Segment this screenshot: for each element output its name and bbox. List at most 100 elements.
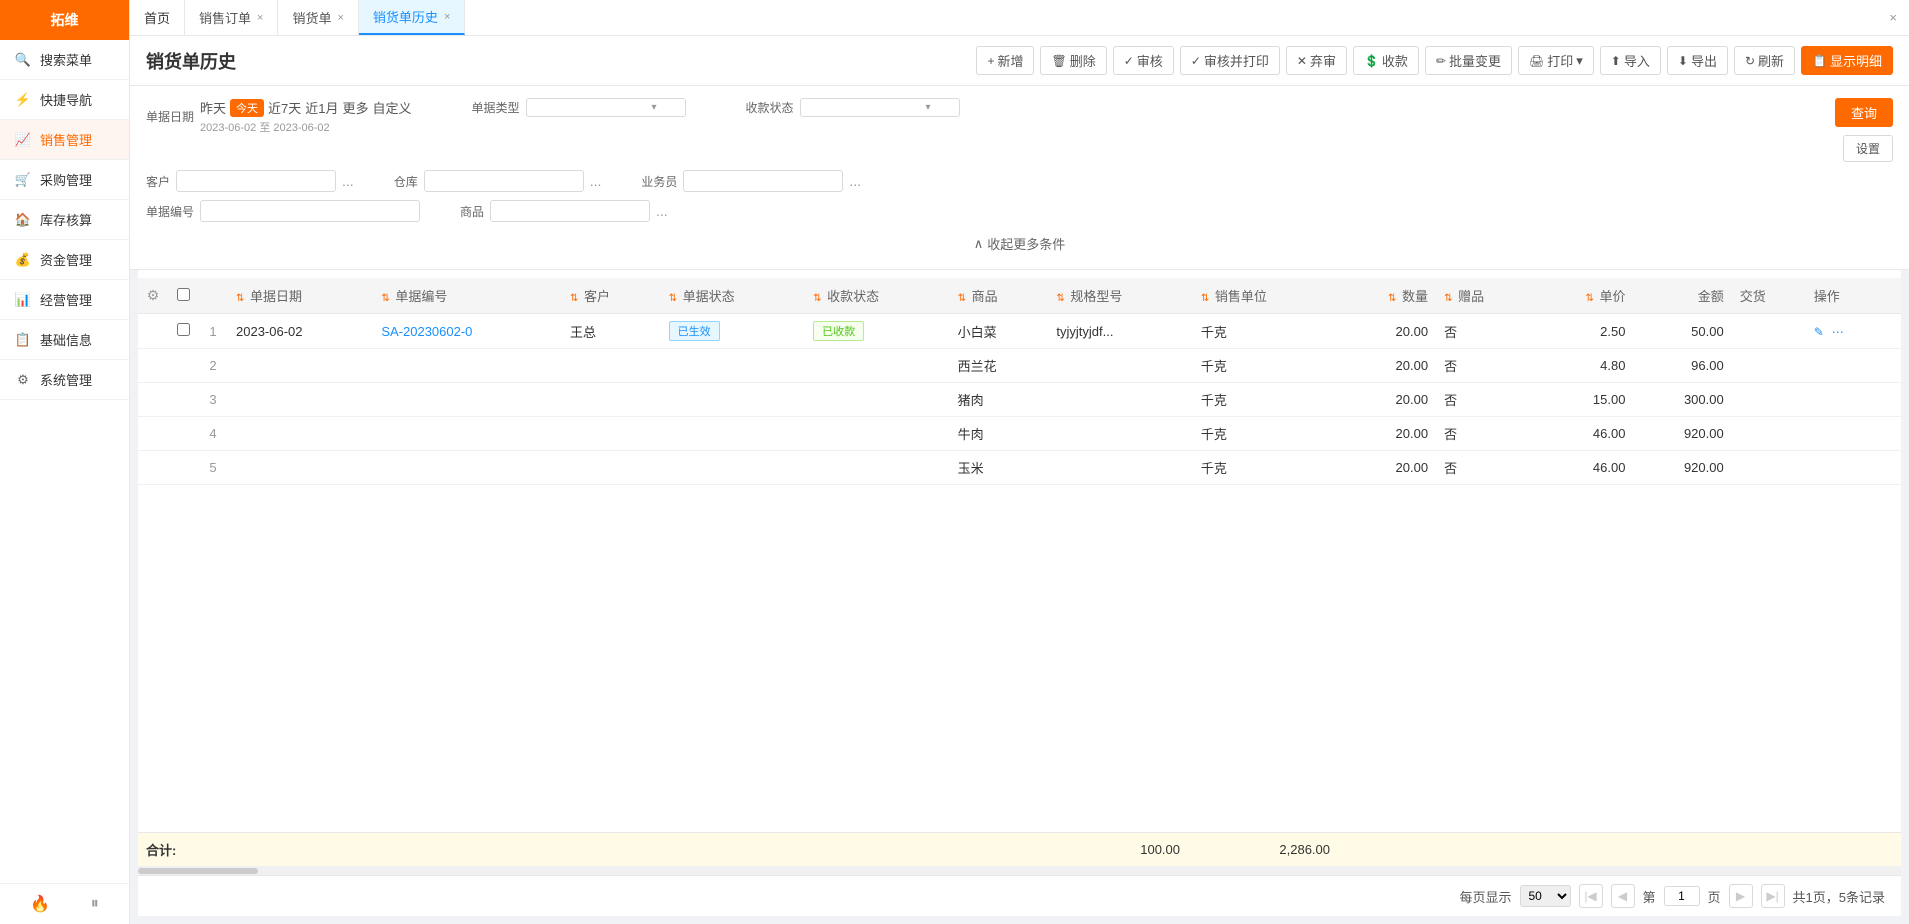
salesperson-dots[interactable]: ... [849, 173, 861, 189]
batch-change-button[interactable]: ✏ 批量变更 [1425, 46, 1512, 75]
select-all-checkbox[interactable] [177, 288, 190, 301]
warehouse-dots[interactable]: ... [590, 173, 602, 189]
sidebar-item-finance[interactable]: 💰 资金管理 [0, 240, 129, 280]
audit-print-button[interactable]: ✓ 审核并打印 [1180, 46, 1280, 75]
checkbox-cell-2[interactable] [168, 383, 198, 417]
settings-button[interactable]: 设置 [1843, 135, 1893, 162]
gear-icon[interactable]: ⚙ [147, 287, 160, 303]
doc-num-input[interactable] [200, 200, 420, 222]
tab-sales-history-close[interactable]: × [444, 11, 450, 23]
date-yesterday[interactable]: 昨天 [200, 98, 226, 117]
checkbox-cell-0[interactable] [168, 314, 198, 349]
sidebar-item-purchase-mgmt[interactable]: 🛒 采购管理 [0, 160, 129, 200]
sidebar-item-inventory[interactable]: 🏠 库存核算 [0, 200, 129, 240]
qty-column-header[interactable]: ⇅ 数量 [1337, 278, 1436, 314]
scrollbar-thumb[interactable] [138, 868, 258, 874]
tab-sales-history[interactable]: 销货单历史 × [359, 0, 465, 35]
tab-sales-order-close[interactable]: × [257, 12, 263, 24]
customer-dots[interactable]: ... [342, 173, 354, 189]
unit-price-column-header[interactable]: ⇅ 单价 [1535, 278, 1634, 314]
sidebar-item-sales-mgmt[interactable]: 📈 销售管理 [0, 120, 129, 160]
show-detail-button[interactable]: 📋 显示明细 [1801, 46, 1893, 75]
warehouse-input[interactable] [424, 170, 584, 192]
sidebar-item-search-menu[interactable]: 🔍 搜索菜单 [0, 40, 129, 80]
checkbox-cell-4[interactable] [168, 451, 198, 485]
doc-num-cell-4 [373, 451, 562, 485]
print-button[interactable]: 🖨 打印 ▾ [1518, 46, 1594, 75]
page-size-label: 每页显示 [1459, 887, 1511, 906]
last-page-btn[interactable]: ▶| [1761, 884, 1785, 908]
tabs-bar-close-btn[interactable]: × [1877, 10, 1909, 25]
transaction-col-label: 交货 [1740, 289, 1766, 304]
salesperson-input[interactable] [683, 170, 843, 192]
delete-button[interactable]: 🗑 删除 [1040, 46, 1106, 75]
checkbox-column-header[interactable] [168, 278, 198, 314]
action-cell-2 [1806, 383, 1901, 417]
checkbox-cell-1[interactable] [168, 349, 198, 383]
collect-button[interactable]: 💲 收款 [1353, 46, 1419, 75]
gear-column-header[interactable]: ⚙ [138, 278, 168, 314]
amount-cell-3: 920.00 [1633, 417, 1731, 451]
import-button[interactable]: ⬆ 导入 [1600, 46, 1661, 75]
sidebar-item-quick-nav[interactable]: ⚡ 快捷导航 [0, 80, 129, 120]
goods-column-header[interactable]: ⇅ 商品 [950, 278, 1049, 314]
sales-unit-column-header[interactable]: ⇅ 销售单位 [1193, 278, 1338, 314]
export-button[interactable]: ⬇ 导出 [1667, 46, 1728, 75]
date-7days[interactable]: 近7天 [268, 98, 301, 117]
tab-home[interactable]: 首页 [130, 0, 185, 35]
collect-status-select[interactable]: ▾ [800, 98, 960, 117]
date-filter: 单据日期 昨天 今天 近7天 近1月 更多 自定义 2023-06-02 至 2… [146, 98, 412, 135]
sidebar-item-ops[interactable]: 📊 经营管理 [0, 280, 129, 320]
doc-num-column-header[interactable]: ⇅ 单据编号 [373, 278, 562, 314]
table-header-row: ⚙ ⇅ 单据日期 ⇅ 单据编 [138, 278, 1901, 314]
doc-date-column-header[interactable]: ⇅ 单据日期 [228, 278, 373, 314]
date-more[interactable]: 更多 [343, 98, 369, 117]
goods-input[interactable] [490, 200, 650, 222]
edit-action-0[interactable]: ✎ [1814, 325, 1824, 339]
horizontal-scrollbar[interactable] [138, 867, 1901, 875]
collect-status-column-header[interactable]: ⇅ 收款状态 [805, 278, 950, 314]
doc-type-select[interactable]: ▾ [526, 98, 686, 117]
new-button[interactable]: + 新增 [976, 46, 1034, 75]
tab-sales-delivery[interactable]: 销货单 × [278, 0, 358, 35]
sidebar-item-system[interactable]: ⚙ 系统管理 [0, 360, 129, 400]
page-title: 销货单历史 [146, 48, 236, 74]
audit-button[interactable]: ✓ 审核 [1113, 46, 1174, 75]
spec-column-header[interactable]: ⇅ 规格型号 [1048, 278, 1193, 314]
tab-sales-order[interactable]: 销售订单 × [185, 0, 278, 35]
date-today[interactable]: 今天 [230, 99, 264, 117]
fire-icon[interactable]: 🔥 [30, 894, 50, 914]
pause-icon[interactable]: ⏸ [91, 895, 99, 913]
doc-status-cell-0: 已生效 [661, 314, 806, 349]
checkbox-cell-3[interactable] [168, 417, 198, 451]
first-page-btn[interactable]: |◀ [1579, 884, 1603, 908]
current-page-input[interactable] [1664, 886, 1700, 906]
prev-page-btn[interactable]: ◀ [1611, 884, 1635, 908]
table-row: 2 西兰花 千克 20.00 否 4.80 96.00 [138, 349, 1901, 383]
customer-column-header[interactable]: ⇅ 客户 [562, 278, 661, 314]
sidebar-item-basic-info[interactable]: 📋 基础信息 [0, 320, 129, 360]
delete-icon: 🗑 [1051, 54, 1066, 68]
sales-icon: 📈 [14, 132, 32, 148]
next-page-btn[interactable]: ▶ [1729, 884, 1753, 908]
tab-sales-delivery-close[interactable]: × [337, 12, 343, 24]
collect-status-cell-2 [805, 383, 950, 417]
gift-column-header[interactable]: ⇅ 赠品 [1436, 278, 1535, 314]
doc-status-badge-0: 已生效 [669, 321, 720, 341]
purchase-icon: 🛒 [14, 172, 32, 188]
query-button[interactable]: 查询 [1835, 98, 1893, 127]
doc-status-column-header[interactable]: ⇅ 单据状态 [661, 278, 806, 314]
collapse-button[interactable]: ∧ 收起更多条件 [974, 230, 1066, 257]
goods-dots[interactable]: ... [656, 203, 668, 219]
refresh-button[interactable]: ↻ 刷新 [1734, 46, 1795, 75]
customer-sort-icon: ⇅ [570, 293, 578, 304]
row-checkbox-0[interactable] [177, 323, 190, 336]
customer-input[interactable] [176, 170, 336, 192]
doc-num-cell-0[interactable]: SA-20230602-0 [373, 314, 562, 349]
table-area[interactable]: ⚙ ⇅ 单据日期 ⇅ 单据编 [138, 278, 1901, 832]
page-size-select[interactable]: 50 100 200 [1520, 885, 1571, 907]
date-1month[interactable]: 近1月 [305, 98, 338, 117]
abandon-button[interactable]: ✕ 弃审 [1286, 46, 1347, 75]
date-custom[interactable]: 自定义 [373, 98, 412, 117]
more-action-0[interactable]: ⋯ [1832, 325, 1844, 339]
